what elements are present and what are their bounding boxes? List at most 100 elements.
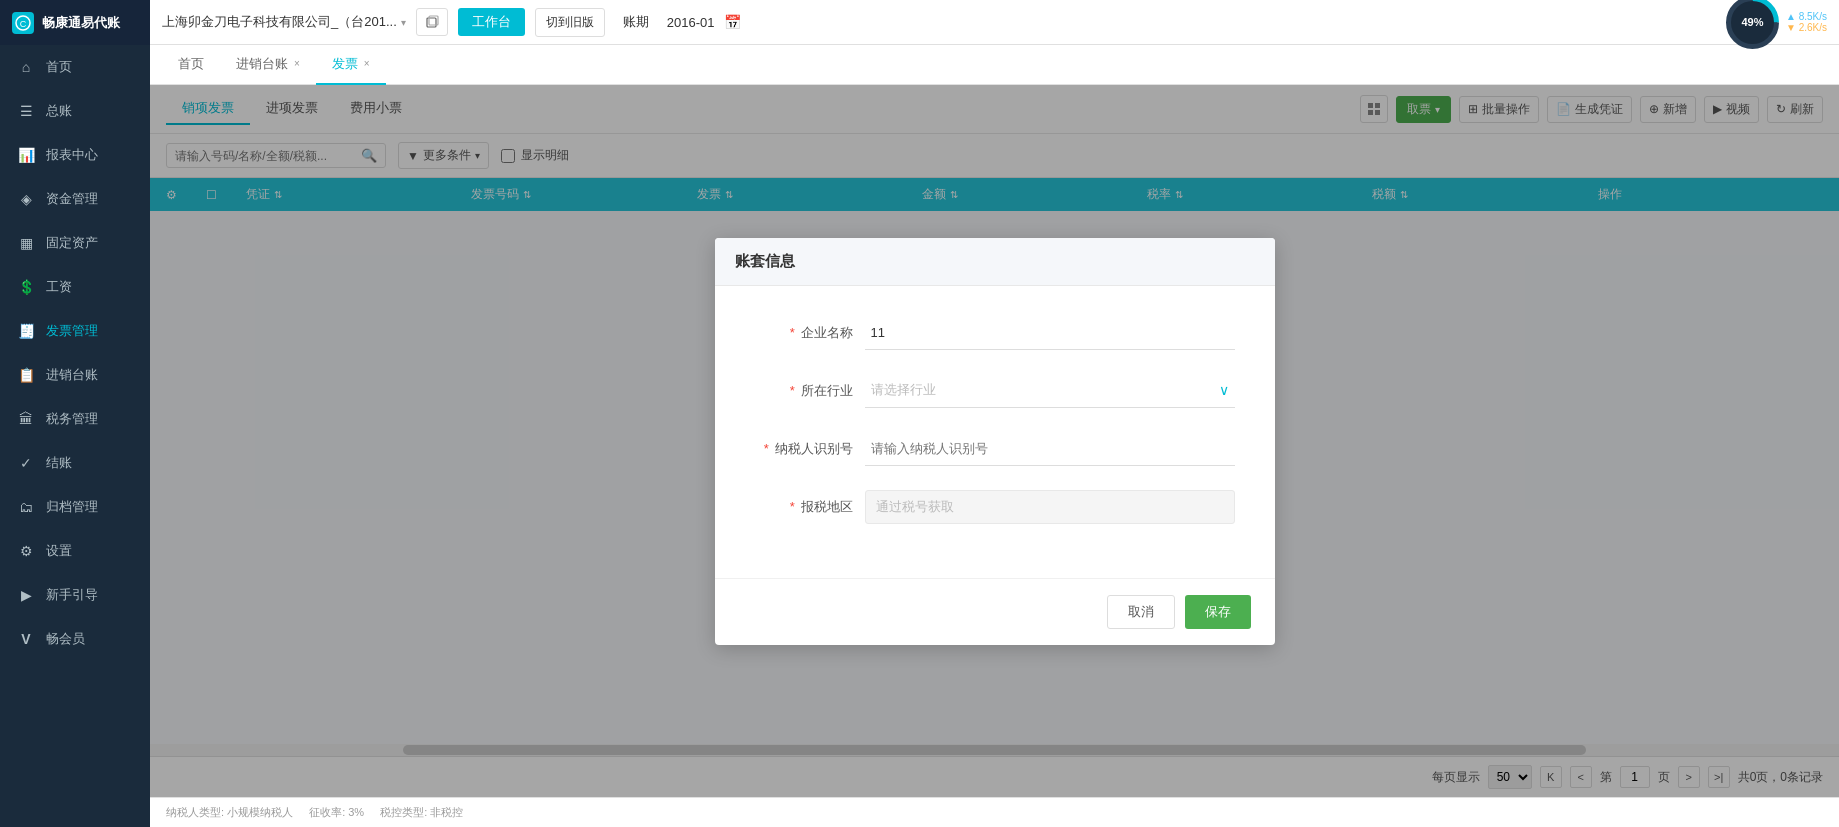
industry-placeholder: 请选择行业 <box>871 381 936 399</box>
form-row-industry: * 所在行业 请选择行业 ∨ <box>755 374 1235 408</box>
svg-rect-2 <box>427 18 436 27</box>
tab-home[interactable]: 首页 <box>162 45 220 85</box>
period-value: 2016-01 <box>667 15 715 30</box>
required-mark-4: * <box>790 499 795 514</box>
sidebar-label-ledger: 总账 <box>46 102 72 120</box>
purchase-icon: 📋 <box>16 365 36 385</box>
tab-invoice-close[interactable]: × <box>364 58 370 69</box>
sidebar-label-guide: 新手引导 <box>46 586 98 604</box>
tab-purchase-label: 进销台账 <box>236 55 288 73</box>
tab-invoice-label: 发票 <box>332 55 358 73</box>
sidebar-item-vip[interactable]: V 畅会员 <box>0 617 150 661</box>
tax-rate-info: 征收率: 3% <box>309 805 364 820</box>
vip-icon: V <box>16 629 36 649</box>
tab-invoice[interactable]: 发票 × <box>316 45 386 85</box>
sidebar-item-invoice[interactable]: 🧾 发票管理 <box>0 309 150 353</box>
tab-purchase-close[interactable]: × <box>294 58 300 69</box>
form-row-taxregion: * 报税地区 通过税号获取 <box>755 490 1235 524</box>
sidebar-label-assets: 固定资产 <box>46 234 98 252</box>
sidebar-item-archive[interactable]: 🗂 归档管理 <box>0 485 150 529</box>
main-content: 上海卯金刀电子科技有限公司_（台201... ▾ 工作台 切到旧版 账期 201… <box>150 0 1839 827</box>
company-name-input[interactable] <box>865 316 1235 350</box>
taxpayer-type: 纳税人类型: 小规模纳税人 <box>166 805 293 820</box>
required-mark: * <box>790 325 795 340</box>
industry-select-arrow: ∨ <box>1219 382 1229 398</box>
company-name: 上海卯金刀电子科技有限公司_（台201... <box>162 13 397 31</box>
company-dropdown-arrow: ▾ <box>401 17 406 28</box>
modal-body: * 企业名称 * 所在行业 请选择行业 <box>715 286 1275 578</box>
sidebar-nav: ⌂ 首页 ☰ 总账 📊 报表中心 ◈ 资金管理 ▦ 固定资产 💲 工资 <box>0 45 150 827</box>
sidebar: C 畅康通易代账 ⌂ 首页 ☰ 总账 📊 报表中心 ◈ 资金管理 ▦ <box>0 0 150 827</box>
taxid-input[interactable] <box>865 432 1235 466</box>
fund-icon: ◈ <box>16 189 36 209</box>
required-mark-2: * <box>790 383 795 398</box>
sidebar-label-home: 首页 <box>46 58 72 76</box>
salary-icon: 💲 <box>16 277 36 297</box>
sidebar-label-settings: 设置 <box>46 542 72 560</box>
checkout-icon: ✓ <box>16 453 36 473</box>
guide-icon: ▶ <box>16 585 36 605</box>
speed-rates: ▲ 8.5K/s ▼ 2.6K/s <box>1786 11 1827 33</box>
sidebar-label-archive: 归档管理 <box>46 498 98 516</box>
sidebar-item-home[interactable]: ⌂ 首页 <box>0 45 150 89</box>
status-bar: 纳税人类型: 小规模纳税人 征收率: 3% 税控类型: 非税控 <box>150 797 1839 827</box>
logo-icon: C <box>12 12 34 34</box>
svg-rect-3 <box>429 16 438 25</box>
sidebar-item-ledger[interactable]: ☰ 总账 <box>0 89 150 133</box>
sidebar-label-tax: 税务管理 <box>46 410 98 428</box>
switch-version-button[interactable]: 切到旧版 <box>535 8 605 37</box>
sidebar-label-purchase: 进销台账 <box>46 366 98 384</box>
tax-control-type: 税控类型: 非税控 <box>380 805 463 820</box>
sidebar-item-guide[interactable]: ▶ 新手引导 <box>0 573 150 617</box>
modal-overlay: 账套信息 * 企业名称 * <box>150 85 1839 797</box>
form-row-company: * 企业名称 <box>755 316 1235 350</box>
sidebar-label-salary: 工资 <box>46 278 72 296</box>
speed-percent: 49% <box>1741 16 1763 28</box>
sidebar-label-checkout: 结账 <box>46 454 72 472</box>
sidebar-label-fund: 资金管理 <box>46 190 98 208</box>
app-logo: C 畅康通易代账 <box>0 0 150 45</box>
period-label: 账期 <box>623 13 649 31</box>
company-name-label: * 企业名称 <box>755 324 865 342</box>
tab-purchase[interactable]: 进销台账 × <box>220 45 316 85</box>
sidebar-label-vip: 畅会员 <box>46 630 85 648</box>
sidebar-item-checkout[interactable]: ✓ 结账 <box>0 441 150 485</box>
sidebar-item-settings[interactable]: ⚙ 设置 <box>0 529 150 573</box>
sidebar-item-salary[interactable]: 💲 工资 <box>0 265 150 309</box>
save-button[interactable]: 保存 <box>1185 595 1251 629</box>
tab-home-label: 首页 <box>178 55 204 73</box>
taxregion-label: * 报税地区 <box>755 498 865 516</box>
tabs-bar: 首页 进销台账 × 发票 × <box>150 45 1839 85</box>
company-selector[interactable]: 上海卯金刀电子科技有限公司_（台201... ▾ <box>162 13 406 31</box>
svg-text:C: C <box>20 19 27 29</box>
cancel-button[interactable]: 取消 <box>1107 595 1175 629</box>
ledger-icon: ☰ <box>16 101 36 121</box>
copy-button[interactable] <box>416 8 448 36</box>
modal-footer: 取消 保存 <box>715 578 1275 645</box>
modal-dialog: 账套信息 * 企业名称 * <box>715 238 1275 645</box>
form-row-taxid: * 纳税人识别号 <box>755 432 1235 466</box>
required-mark-3: * <box>764 441 769 456</box>
workbench-button[interactable]: 工作台 <box>458 8 525 36</box>
invoice-icon: 🧾 <box>16 321 36 341</box>
industry-label: * 所在行业 <box>755 382 865 400</box>
sidebar-label-invoice: 发票管理 <box>46 322 98 340</box>
sidebar-item-assets[interactable]: ▦ 固定资产 <box>0 221 150 265</box>
sidebar-item-tax[interactable]: 🏛 税务管理 <box>0 397 150 441</box>
sidebar-item-report[interactable]: 📊 报表中心 <box>0 133 150 177</box>
calendar-icon[interactable]: 📅 <box>724 14 741 30</box>
settings-icon: ⚙ <box>16 541 36 561</box>
app-name: 畅康通易代账 <box>42 14 120 32</box>
sidebar-item-purchase[interactable]: 📋 进销台账 <box>0 353 150 397</box>
home-icon: ⌂ <box>16 57 36 77</box>
report-icon: 📊 <box>16 145 36 165</box>
sidebar-item-fund[interactable]: ◈ 资金管理 <box>0 177 150 221</box>
taxid-label: * 纳税人识别号 <box>755 440 865 458</box>
topbar: 上海卯金刀电子科技有限公司_（台201... ▾ 工作台 切到旧版 账期 201… <box>150 0 1839 45</box>
industry-select[interactable]: 请选择行业 ∨ <box>865 374 1235 408</box>
speed-widget: 49% <box>1725 0 1780 50</box>
assets-icon: ▦ <box>16 233 36 253</box>
tax-icon: 🏛 <box>16 409 36 429</box>
archive-icon: 🗂 <box>16 497 36 517</box>
modal-title: 账套信息 <box>715 238 1275 286</box>
